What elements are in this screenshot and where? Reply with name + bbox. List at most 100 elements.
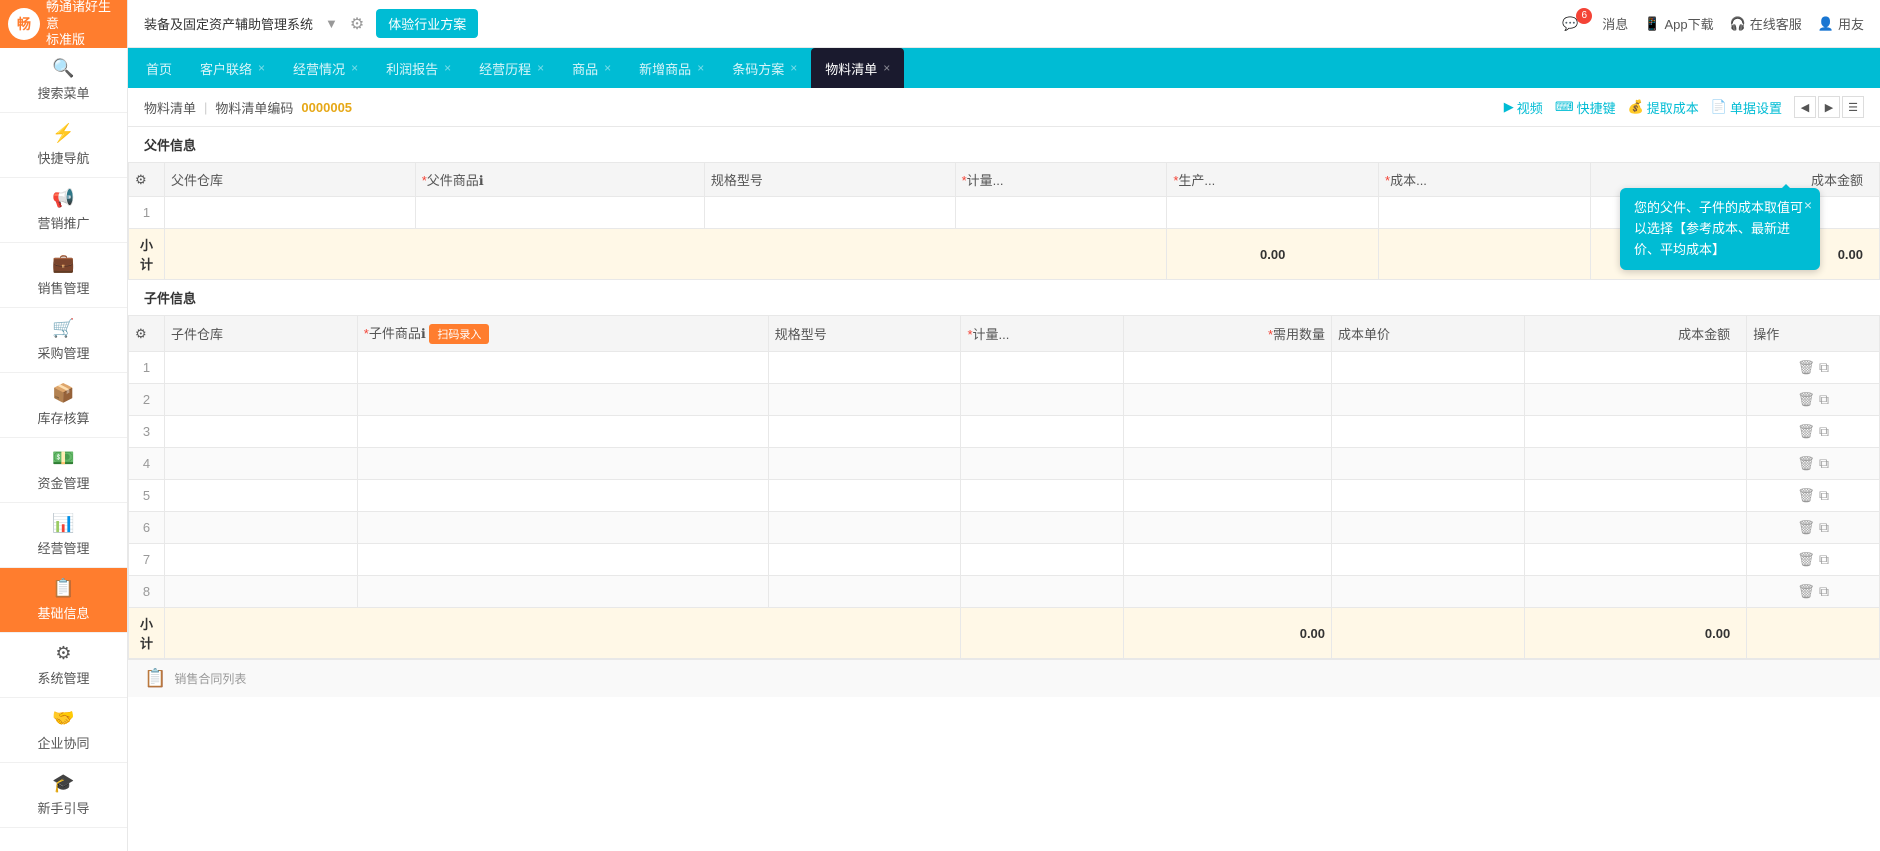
user-action[interactable]: 👤 用友 bbox=[1818, 14, 1864, 33]
nav-tab-客户联络[interactable]: 客户联络× bbox=[186, 48, 279, 88]
setting-action[interactable]: 📄 单据设置 bbox=[1711, 98, 1782, 117]
parent-col-settings[interactable]: ⚙ bbox=[129, 163, 165, 197]
nav-list-btn[interactable]: ☰ bbox=[1842, 96, 1864, 118]
sidebar-item-fund[interactable]: 💵资金管理 bbox=[0, 438, 127, 503]
sidebar-item-guide[interactable]: 🎓新手引导 bbox=[0, 763, 127, 828]
child-unit-cell[interactable] bbox=[961, 576, 1124, 608]
child-amount-cell[interactable] bbox=[1524, 544, 1746, 576]
child-spec-cell[interactable] bbox=[768, 352, 961, 384]
child-unit-cell[interactable] bbox=[961, 448, 1124, 480]
child-qty-cell[interactable] bbox=[1124, 544, 1332, 576]
shortcut-action[interactable]: ⌨ 快捷键 bbox=[1555, 98, 1616, 117]
child-qty-cell[interactable] bbox=[1124, 416, 1332, 448]
copy-icon[interactable]: ⧉ bbox=[1819, 423, 1829, 440]
copy-icon[interactable]: ⧉ bbox=[1819, 487, 1829, 504]
nav-tab-经营情况[interactable]: 经营情况× bbox=[279, 48, 372, 88]
dropdown-icon[interactable]: ▼ bbox=[325, 16, 338, 31]
tab-close-icon[interactable]: × bbox=[790, 61, 797, 75]
child-warehouse-cell[interactable] bbox=[165, 544, 358, 576]
delete-icon[interactable]: 🗑 bbox=[1797, 583, 1815, 600]
copy-icon[interactable]: ⧉ bbox=[1819, 455, 1829, 472]
child-unit-cell[interactable] bbox=[961, 352, 1124, 384]
nav-tab-首页[interactable]: 首页 bbox=[132, 48, 186, 88]
child-product-cell[interactable] bbox=[357, 448, 768, 480]
nav-tab-新增商品[interactable]: 新增商品× bbox=[625, 48, 718, 88]
sidebar-item-system[interactable]: ⚙系统管理 bbox=[0, 633, 127, 698]
tab-close-icon[interactable]: × bbox=[351, 61, 358, 75]
parent-product-cell[interactable] bbox=[415, 197, 704, 229]
tab-close-icon[interactable]: × bbox=[444, 61, 451, 75]
child-unit-cell[interactable] bbox=[961, 416, 1124, 448]
delete-icon[interactable]: 🗑 bbox=[1797, 487, 1815, 504]
child-amount-cell[interactable] bbox=[1524, 576, 1746, 608]
message-action[interactable]: 💬 6 消息 bbox=[1562, 14, 1628, 33]
child-unit-cell[interactable] bbox=[961, 384, 1124, 416]
child-unit-cost-cell[interactable] bbox=[1332, 576, 1525, 608]
copy-icon[interactable]: ⧉ bbox=[1819, 551, 1829, 568]
cost-action[interactable]: 💰 提取成本 bbox=[1628, 98, 1699, 117]
delete-icon[interactable]: 🗑 bbox=[1797, 391, 1815, 408]
tab-close-icon[interactable]: × bbox=[258, 61, 265, 75]
sidebar-item-inventory[interactable]: 📦库存核算 bbox=[0, 373, 127, 438]
tab-close-icon[interactable]: × bbox=[697, 61, 704, 75]
parent-spec-cell[interactable] bbox=[704, 197, 955, 229]
child-spec-cell[interactable] bbox=[768, 448, 961, 480]
child-warehouse-cell[interactable] bbox=[165, 576, 358, 608]
child-amount-cell[interactable] bbox=[1524, 512, 1746, 544]
child-product-cell[interactable] bbox=[357, 384, 768, 416]
child-amount-cell[interactable] bbox=[1524, 352, 1746, 384]
child-qty-cell[interactable] bbox=[1124, 352, 1332, 384]
view-action[interactable]: ▶ 视频 bbox=[1504, 98, 1543, 117]
scan-button[interactable]: 扫码录入 bbox=[429, 324, 489, 344]
child-warehouse-cell[interactable] bbox=[165, 416, 358, 448]
delete-icon[interactable]: 🗑 bbox=[1797, 423, 1815, 440]
tab-close-icon[interactable]: × bbox=[604, 61, 611, 75]
child-product-cell[interactable] bbox=[357, 544, 768, 576]
child-unit-cell[interactable] bbox=[961, 480, 1124, 512]
child-product-cell[interactable] bbox=[357, 576, 768, 608]
service-action[interactable]: 🎧 在线客服 bbox=[1730, 14, 1802, 33]
sidebar-item-marketing[interactable]: 📢营销推广 bbox=[0, 178, 127, 243]
copy-icon[interactable]: ⧉ bbox=[1819, 359, 1829, 376]
sidebar-item-collab[interactable]: 🤝企业协同 bbox=[0, 698, 127, 763]
nav-tab-商品[interactable]: 商品× bbox=[558, 48, 625, 88]
sidebar-item-purchase[interactable]: 🛒采购管理 bbox=[0, 308, 127, 373]
delete-icon[interactable]: 🗑 bbox=[1797, 455, 1815, 472]
child-qty-cell[interactable] bbox=[1124, 480, 1332, 512]
parent-cost-cell[interactable] bbox=[1379, 197, 1591, 229]
nav-next-btn[interactable]: ▶ bbox=[1818, 96, 1840, 118]
try-button[interactable]: 体验行业方案 bbox=[376, 9, 478, 38]
copy-icon[interactable]: ⧉ bbox=[1819, 519, 1829, 536]
app-download-action[interactable]: 📱 App下载 bbox=[1644, 14, 1713, 33]
child-spec-cell[interactable] bbox=[768, 384, 961, 416]
child-qty-cell[interactable] bbox=[1124, 512, 1332, 544]
child-spec-cell[interactable] bbox=[768, 544, 961, 576]
child-unit-cost-cell[interactable] bbox=[1332, 416, 1525, 448]
child-warehouse-cell[interactable] bbox=[165, 384, 358, 416]
nav-tab-利润报告[interactable]: 利润报告× bbox=[372, 48, 465, 88]
tab-close-icon[interactable]: × bbox=[537, 61, 544, 75]
child-amount-cell[interactable] bbox=[1524, 448, 1746, 480]
child-spec-cell[interactable] bbox=[768, 480, 961, 512]
child-product-cell[interactable] bbox=[357, 352, 768, 384]
child-unit-cost-cell[interactable] bbox=[1332, 544, 1525, 576]
child-warehouse-cell[interactable] bbox=[165, 512, 358, 544]
child-product-cell[interactable] bbox=[357, 512, 768, 544]
child-spec-cell[interactable] bbox=[768, 512, 961, 544]
child-warehouse-cell[interactable] bbox=[165, 352, 358, 384]
nav-tab-物料清单[interactable]: 物料清单× bbox=[811, 48, 904, 88]
child-col-settings[interactable]: ⚙ bbox=[129, 316, 165, 352]
child-unit-cost-cell[interactable] bbox=[1332, 448, 1525, 480]
child-warehouse-cell[interactable] bbox=[165, 480, 358, 512]
sidebar-item-nav[interactable]: ⚡快捷导航 bbox=[0, 113, 127, 178]
child-unit-cost-cell[interactable] bbox=[1332, 384, 1525, 416]
nav-tab-条码方案[interactable]: 条码方案× bbox=[718, 48, 811, 88]
child-spec-cell[interactable] bbox=[768, 576, 961, 608]
child-qty-cell[interactable] bbox=[1124, 576, 1332, 608]
copy-icon[interactable]: ⧉ bbox=[1819, 583, 1829, 600]
child-spec-cell[interactable] bbox=[768, 416, 961, 448]
delete-icon[interactable]: 🗑 bbox=[1797, 551, 1815, 568]
child-amount-cell[interactable] bbox=[1524, 480, 1746, 512]
child-warehouse-cell[interactable] bbox=[165, 448, 358, 480]
tab-close-icon[interactable]: × bbox=[883, 61, 890, 75]
